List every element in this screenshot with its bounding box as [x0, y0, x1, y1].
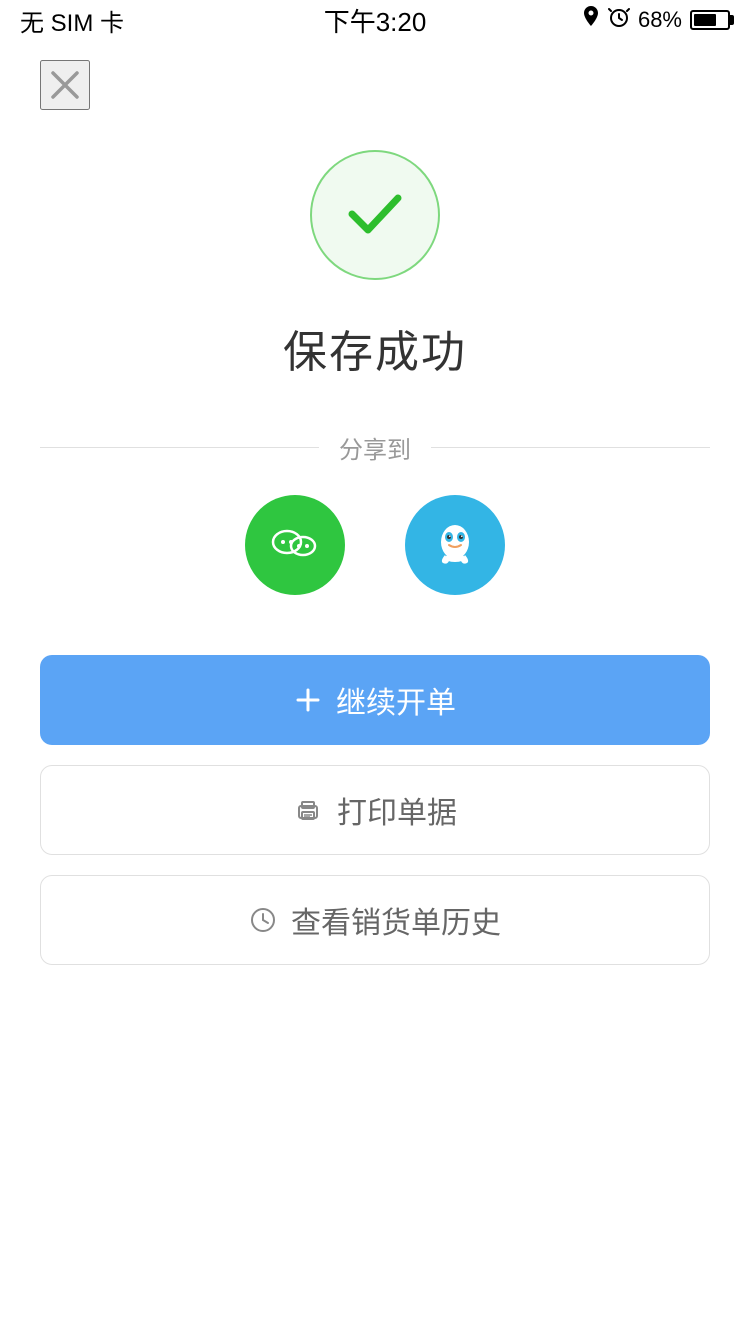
share-icons — [40, 495, 710, 595]
success-section: 保存成功 — [40, 130, 710, 420]
divider-line-right — [431, 447, 710, 448]
battery-icon — [690, 10, 730, 30]
check-icon — [340, 178, 410, 253]
share-wechat-button[interactable] — [245, 495, 345, 595]
printer-icon — [293, 796, 323, 824]
status-time: 下午3:20 — [324, 2, 427, 39]
continue-label: 继续开单 — [336, 678, 456, 722]
success-circle — [310, 150, 440, 280]
status-right: 68% — [582, 6, 730, 34]
divider-line-left — [40, 447, 319, 448]
alarm-icon — [608, 6, 630, 34]
print-label: 打印单据 — [337, 788, 457, 832]
share-qq-button[interactable] — [405, 495, 505, 595]
status-bar: 无 SIM 卡 下午3:20 68% — [0, 0, 750, 40]
status-carrier: 无 SIM 卡 — [20, 3, 132, 38]
clock-icon — [249, 906, 277, 934]
history-button[interactable]: 查看销货单历史 — [40, 875, 710, 965]
battery-percentage: 68% — [638, 7, 682, 33]
share-label: 分享到 — [339, 430, 411, 465]
continue-button[interactable]: 继续开单 — [40, 655, 710, 745]
close-button[interactable] — [40, 60, 90, 110]
share-divider: 分享到 — [40, 430, 710, 465]
action-buttons: 继续开单 打印单据 — [40, 655, 710, 965]
location-icon — [582, 6, 600, 34]
history-label: 查看销货单历史 — [291, 898, 501, 942]
print-button[interactable]: 打印单据 — [40, 765, 710, 855]
main-content: 保存成功 分享到 — [0, 40, 750, 985]
carrier-text: 无 SIM 卡 — [20, 3, 124, 38]
plus-icon — [294, 686, 322, 714]
success-title: 保存成功 — [283, 316, 467, 380]
